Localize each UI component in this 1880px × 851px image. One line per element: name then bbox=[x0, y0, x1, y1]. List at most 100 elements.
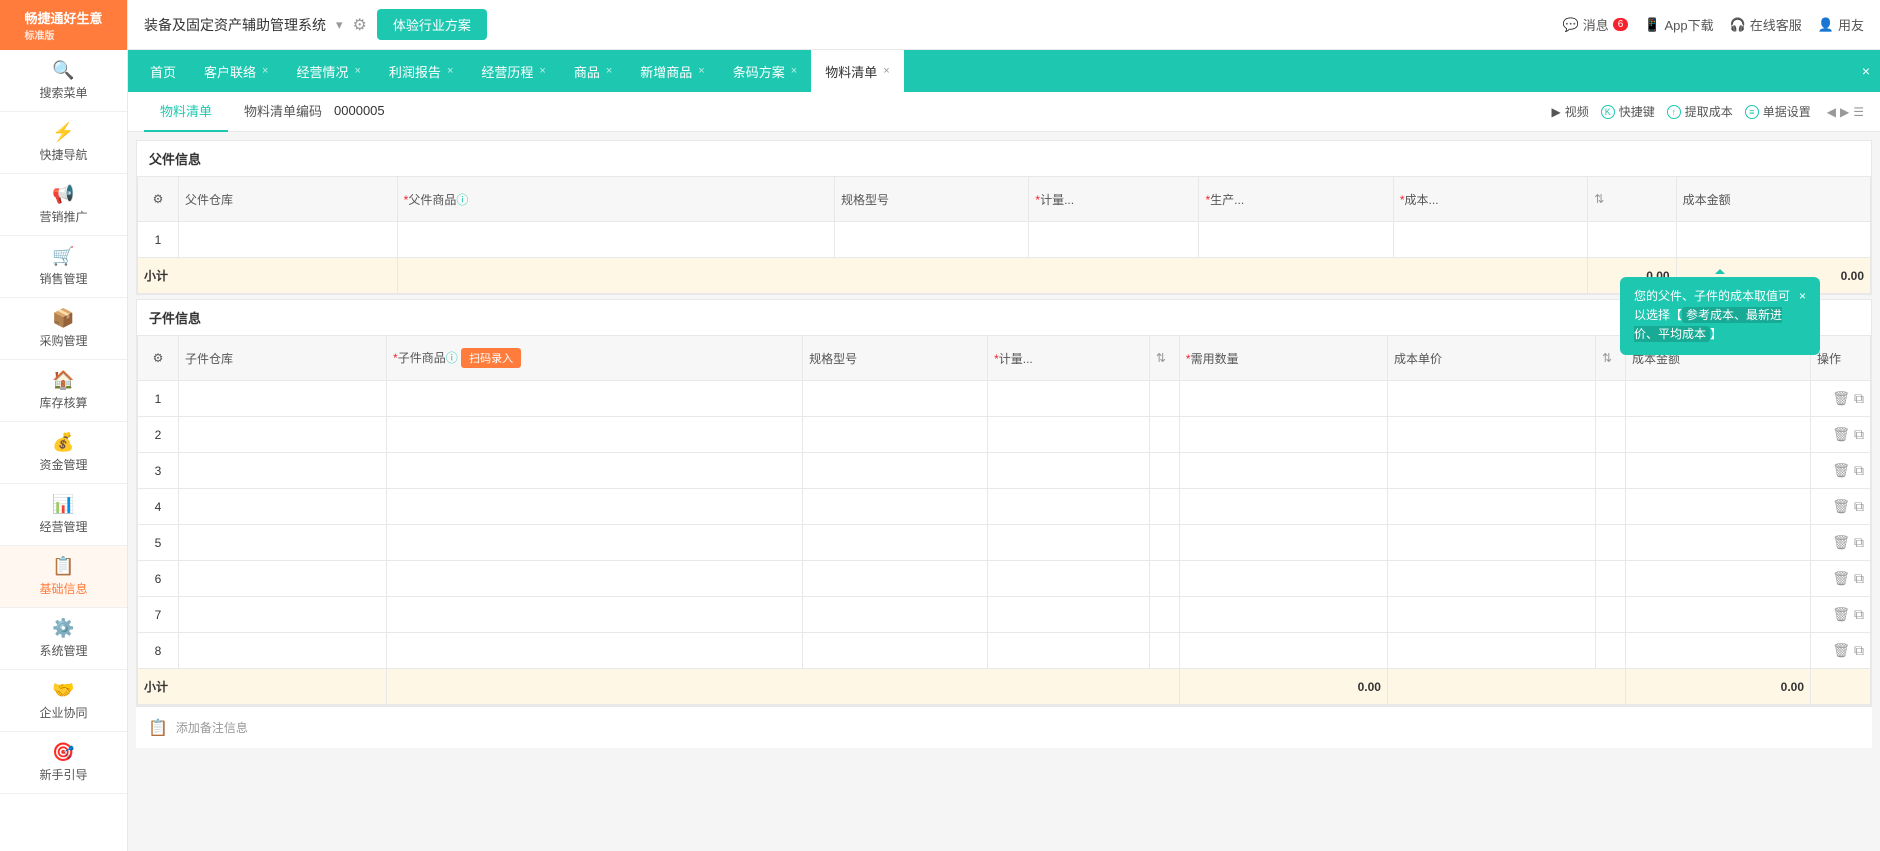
copy-row-button[interactable]: ⧉ bbox=[1854, 606, 1864, 623]
close-icon[interactable]: × bbox=[539, 65, 545, 77]
child-product-cell-2[interactable] bbox=[387, 417, 803, 453]
child-spec-cell-4[interactable] bbox=[803, 489, 988, 525]
sidebar-item-search[interactable]: 🔍 搜索菜单 bbox=[0, 50, 127, 112]
child-unitprice-cell-3[interactable] bbox=[1387, 453, 1595, 489]
child-qty-cell-4[interactable] bbox=[1179, 489, 1387, 525]
online-service-button[interactable]: 🎧 在线客服 bbox=[1730, 15, 1802, 34]
child-spec-cell-1[interactable] bbox=[803, 381, 988, 417]
child-qty-cell-2[interactable] bbox=[1179, 417, 1387, 453]
child-spec-cell-3[interactable] bbox=[803, 453, 988, 489]
child-unit-cell-8[interactable] bbox=[988, 633, 1150, 669]
child-unit-cell-3[interactable] bbox=[988, 453, 1150, 489]
delete-row-button[interactable]: 🗑 bbox=[1832, 642, 1850, 659]
child-qty-cell-7[interactable] bbox=[1179, 597, 1387, 633]
copy-row-button[interactable]: ⧉ bbox=[1854, 390, 1864, 407]
subtab-bom-list[interactable]: 物料清单 bbox=[144, 92, 228, 132]
tab-home[interactable]: 首页 bbox=[136, 50, 190, 92]
settings-icon[interactable]: ⚙ bbox=[353, 15, 367, 35]
child-product-cell-7[interactable] bbox=[387, 597, 803, 633]
child-unit-cell-7[interactable] bbox=[988, 597, 1150, 633]
tab-barcode[interactable]: 条码方案× bbox=[719, 50, 811, 92]
child-unitprice-cell-6[interactable] bbox=[1387, 561, 1595, 597]
child-warehouse-cell-2[interactable] bbox=[179, 417, 387, 453]
sidebar-item-operations[interactable]: 📊 经营管理 bbox=[0, 484, 127, 546]
child-unitprice-cell-8[interactable] bbox=[1387, 633, 1595, 669]
sidebar-item-finance[interactable]: 💰 资金管理 bbox=[0, 422, 127, 484]
child-qty-cell-8[interactable] bbox=[1179, 633, 1387, 669]
copy-row-button[interactable]: ⧉ bbox=[1854, 642, 1864, 659]
child-spec-cell-7[interactable] bbox=[803, 597, 988, 633]
child-warehouse-cell-1[interactable] bbox=[179, 381, 387, 417]
child-warehouse-cell-4[interactable] bbox=[179, 489, 387, 525]
close-icon[interactable]: × bbox=[791, 65, 797, 77]
child-unitprice-cell-1[interactable] bbox=[1387, 381, 1595, 417]
child-unit-cell-4[interactable] bbox=[988, 489, 1150, 525]
delete-row-button[interactable]: 🗑 bbox=[1832, 462, 1850, 479]
close-icon[interactable]: × bbox=[354, 65, 360, 77]
sidebar-item-basic-info[interactable]: 📋 基础信息 bbox=[0, 546, 127, 608]
menu-icon[interactable]: ☰ bbox=[1853, 105, 1864, 119]
child-product-cell-5[interactable] bbox=[387, 525, 803, 561]
parent-unit-cell[interactable] bbox=[1029, 222, 1199, 258]
sidebar-item-inventory[interactable]: 🏠 库存核算 bbox=[0, 360, 127, 422]
subtab-bom-code[interactable]: 物料清单编码 0000005 bbox=[228, 92, 401, 132]
parent-warehouse-cell[interactable] bbox=[179, 222, 398, 258]
tab-history[interactable]: 经营历程× bbox=[467, 50, 559, 92]
close-all-button[interactable]: × bbox=[1852, 63, 1880, 79]
parent-production-cell[interactable] bbox=[1199, 222, 1393, 258]
child-unit-cell-2[interactable] bbox=[988, 417, 1150, 453]
child-unitprice-cell-4[interactable] bbox=[1387, 489, 1595, 525]
child-unitprice-cell-5[interactable] bbox=[1387, 525, 1595, 561]
child-unit-cell-1[interactable] bbox=[988, 381, 1150, 417]
copy-row-button[interactable]: ⧉ bbox=[1854, 498, 1864, 515]
child-table-settings-icon[interactable]: ⚙ bbox=[144, 344, 172, 372]
child-spec-cell-5[interactable] bbox=[803, 525, 988, 561]
next-arrow[interactable]: ▶ bbox=[1840, 105, 1849, 119]
app-download-button[interactable]: 📱 App下载 bbox=[1644, 15, 1713, 34]
tab-product[interactable]: 商品× bbox=[560, 50, 626, 92]
close-icon[interactable]: × bbox=[606, 65, 612, 77]
message-button[interactable]: 💬 消息 6 bbox=[1563, 15, 1629, 34]
copy-row-button[interactable]: ⧉ bbox=[1854, 570, 1864, 587]
child-unitprice-cell-2[interactable] bbox=[1387, 417, 1595, 453]
parent-product-cell[interactable] bbox=[397, 222, 834, 258]
child-qty-cell-6[interactable] bbox=[1179, 561, 1387, 597]
tab-customer[interactable]: 客户联络× bbox=[190, 50, 282, 92]
parent-cost-cell[interactable] bbox=[1393, 222, 1587, 258]
child-qty-cell-1[interactable] bbox=[1179, 381, 1387, 417]
tab-new-product[interactable]: 新增商品× bbox=[626, 50, 718, 92]
delete-row-button[interactable]: 🗑 bbox=[1832, 606, 1850, 623]
dropdown-arrow-icon[interactable]: ▾ bbox=[336, 17, 343, 33]
child-qty-cell-3[interactable] bbox=[1179, 453, 1387, 489]
copy-row-button[interactable]: ⧉ bbox=[1854, 534, 1864, 551]
tooltip-close-button[interactable]: × bbox=[1799, 287, 1806, 306]
scan-input-button[interactable]: 扫码录入 bbox=[461, 348, 521, 368]
child-spec-cell-8[interactable] bbox=[803, 633, 988, 669]
sidebar-item-quicknav[interactable]: ⚡ 快捷导航 bbox=[0, 112, 127, 174]
child-warehouse-cell-5[interactable] bbox=[179, 525, 387, 561]
tab-bom[interactable]: 物料清单× bbox=[811, 50, 903, 92]
extract-cost-action[interactable]: ↑ 提取成本 bbox=[1667, 103, 1733, 120]
table-settings-icon[interactable]: ⚙ bbox=[144, 185, 172, 213]
doc-settings-action[interactable]: ≡ 单据设置 bbox=[1745, 103, 1811, 120]
sidebar-item-tutorial[interactable]: 🎯 新手引导 bbox=[0, 732, 127, 794]
child-warehouse-cell-3[interactable] bbox=[179, 453, 387, 489]
try-plan-button[interactable]: 体验行业方案 bbox=[377, 9, 487, 40]
copy-row-button[interactable]: ⧉ bbox=[1854, 426, 1864, 443]
delete-row-button[interactable]: 🗑 bbox=[1832, 426, 1850, 443]
sidebar-item-marketing[interactable]: 📢 营销推广 bbox=[0, 174, 127, 236]
delete-row-button[interactable]: 🗑 bbox=[1832, 534, 1850, 551]
child-warehouse-cell-8[interactable] bbox=[179, 633, 387, 669]
video-action[interactable]: ▶ 视频 bbox=[1551, 103, 1588, 120]
child-warehouse-cell-7[interactable] bbox=[179, 597, 387, 633]
child-product-cell-8[interactable] bbox=[387, 633, 803, 669]
close-icon[interactable]: × bbox=[447, 65, 453, 77]
tab-operations[interactable]: 经营情况× bbox=[282, 50, 374, 92]
child-qty-cell-5[interactable] bbox=[1179, 525, 1387, 561]
delete-row-button[interactable]: 🗑 bbox=[1832, 390, 1850, 407]
child-product-cell-6[interactable] bbox=[387, 561, 803, 597]
child-spec-cell-6[interactable] bbox=[803, 561, 988, 597]
sidebar-item-system[interactable]: ⚙️ 系统管理 bbox=[0, 608, 127, 670]
child-product-cell-1[interactable] bbox=[387, 381, 803, 417]
close-icon[interactable]: × bbox=[262, 65, 268, 77]
